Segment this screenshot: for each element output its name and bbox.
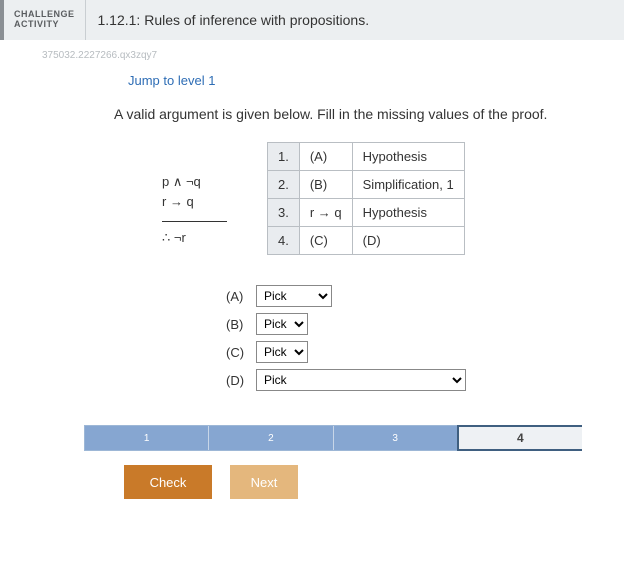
jump-to-level-link[interactable]: Jump to level 1 [42,73,215,106]
activity-title: 1.12.1: Rules of inference with proposit… [86,0,382,40]
challenge-label: CHALLENGE ACTIVITY [4,0,86,40]
proof-table: 1. (A) Hypothesis 2. (B) Simplification,… [267,142,465,255]
argument-block: p ∧ ¬q r → q ∴ ¬r [162,142,227,255]
check-button[interactable]: Check [124,465,212,499]
selector-d[interactable]: Pick [256,369,466,391]
prompt-text: A valid argument is given below. Fill in… [42,106,624,142]
level-step-2[interactable]: 2 [209,426,333,450]
row-number: 2. [268,171,300,199]
selector-b[interactable]: Pick [256,313,308,335]
row-reason: Hypothesis [352,143,464,171]
selectors-block: (A) Pick (B) Pick (C) Pick (D) Pick [42,285,624,425]
level-step-4[interactable]: 4 [457,425,582,451]
level-step-3[interactable]: 3 [334,426,458,450]
premise-2: r → q [162,192,227,211]
conclusion: ∴ ¬r [162,228,227,248]
row-number: 3. [268,199,300,227]
selector-d-label: (D) [226,373,248,388]
table-row: 3. r → q Hypothesis [268,199,465,227]
hash-code: 375032.2227266.qx3zqy7 [0,40,624,65]
row-number: 1. [268,143,300,171]
table-row: 4. (C) (D) [268,227,465,255]
row-number: 4. [268,227,300,255]
level-step-1[interactable]: 1 [85,426,209,450]
row-value: r → q [299,199,352,227]
table-row: 1. (A) Hypothesis [268,143,465,171]
selector-a[interactable]: Pick [256,285,332,307]
selector-c-label: (C) [226,345,248,360]
activity-header: CHALLENGE ACTIVITY 1.12.1: Rules of infe… [0,0,624,40]
row-reason: Simplification, 1 [352,171,464,199]
row-value: (A) [299,143,352,171]
selector-a-label: (A) [226,289,248,304]
selector-b-label: (B) [226,317,248,332]
challenge-label-line2: ACTIVITY [14,20,75,30]
level-progress: 1 2 3 4 [84,425,582,451]
argument-divider [162,221,227,222]
selector-c[interactable]: Pick [256,341,308,363]
premise-1: p ∧ ¬q [162,172,227,192]
row-reason: Hypothesis [352,199,464,227]
table-row: 2. (B) Simplification, 1 [268,171,465,199]
row-value: (C) [299,227,352,255]
row-value: (B) [299,171,352,199]
next-button[interactable]: Next [230,465,298,499]
row-reason: (D) [352,227,464,255]
